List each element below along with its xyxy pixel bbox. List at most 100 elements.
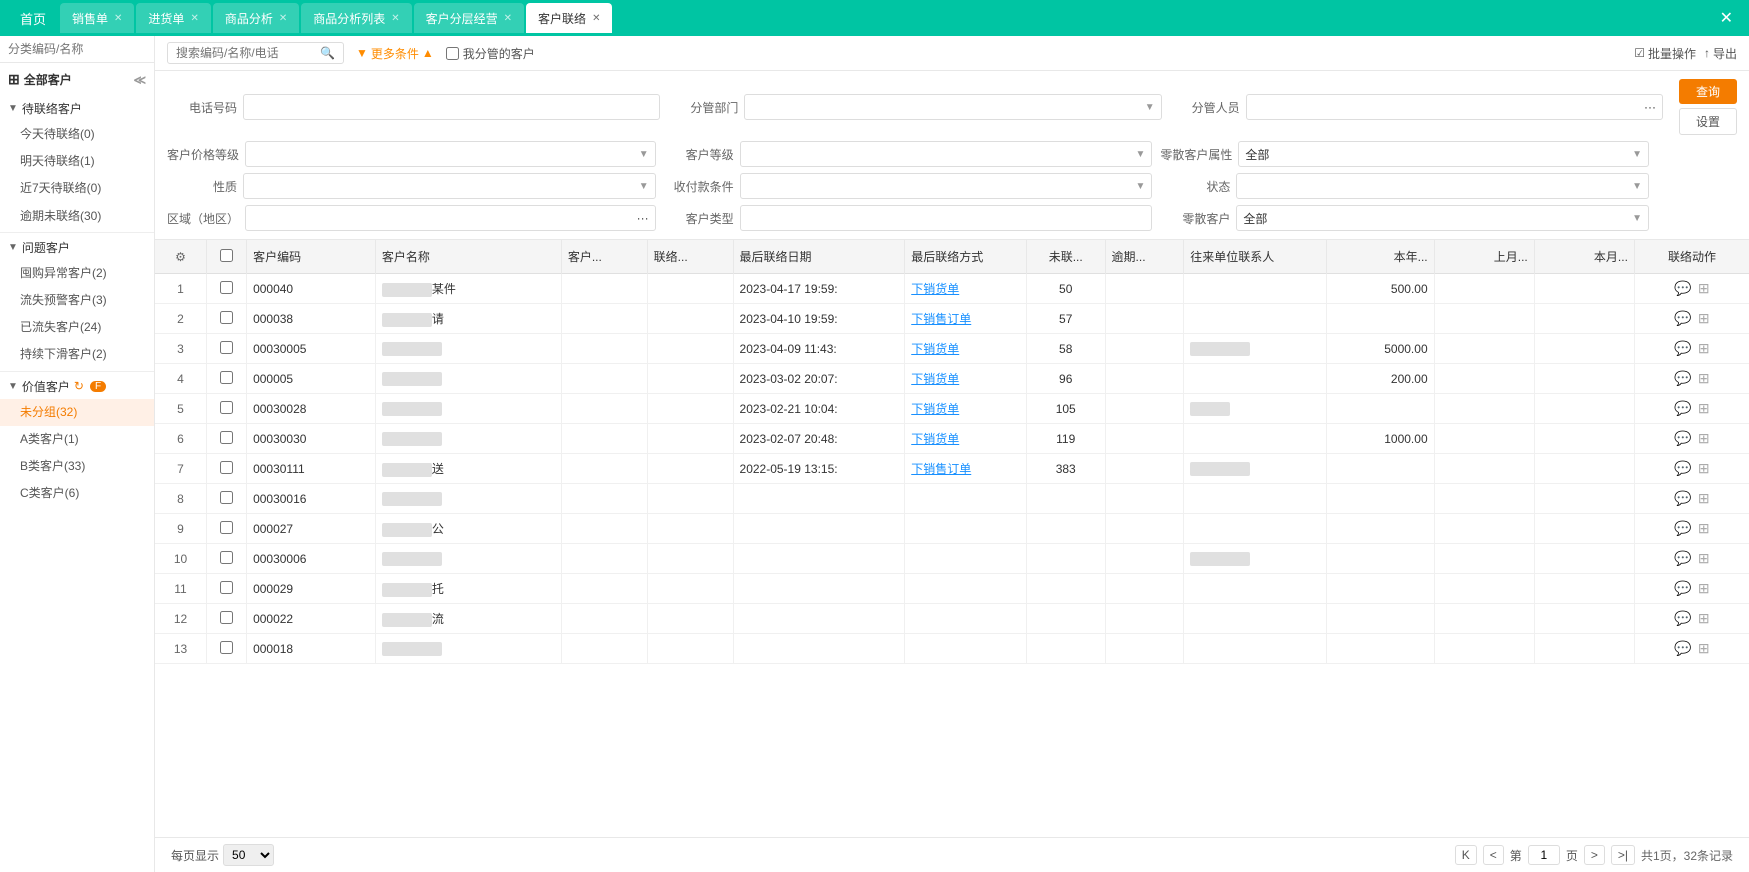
main-search-input[interactable]	[176, 46, 316, 60]
sidebar-item-churn-warning[interactable]: 流失预警客户(3)	[0, 287, 154, 314]
nav-tab-customer-contact[interactable]: 客户联络 ✕	[526, 3, 612, 33]
sidebar-item-abnormal[interactable]: 囤购异常客户(2)	[0, 260, 154, 287]
close-tab-purchase[interactable]: ✕	[190, 13, 198, 24]
col-gear[interactable]: ⚙	[155, 240, 207, 274]
sidebar-group-value[interactable]: ▼ 价值客户 ↻ F	[0, 374, 154, 399]
page-number-input[interactable]	[1528, 845, 1560, 865]
chat-icon[interactable]: 💬	[1674, 490, 1691, 507]
filter-retail-cust-select[interactable]: 全部 ▼	[1236, 205, 1649, 231]
row-checkbox[interactable]	[220, 641, 233, 654]
main-search-box[interactable]: 🔍	[167, 42, 344, 64]
sidebar-item-churned[interactable]: 已流失客户(24)	[0, 314, 154, 341]
more-conditions-btn[interactable]: ▼ 更多条件 ▲	[356, 45, 434, 62]
lastway-link[interactable]: 下销货单	[911, 402, 959, 416]
row-check[interactable]	[207, 304, 247, 334]
lastway-link[interactable]: 下销货单	[911, 282, 959, 296]
first-page-btn[interactable]: K	[1455, 845, 1477, 865]
filter-customer-grade-select[interactable]: ▼	[740, 141, 1153, 167]
sidebar-item-class-a[interactable]: A类客户(1)	[0, 426, 154, 453]
filter-phone-input[interactable]	[243, 94, 660, 120]
filter-manager-input[interactable]: ···	[1246, 94, 1663, 120]
sidebar-item-ungroup[interactable]: 未分组(32)	[0, 399, 154, 426]
nav-tab-customer-tier[interactable]: 客户分层经营 ✕	[414, 3, 524, 33]
close-tab-sales[interactable]: ✕	[114, 13, 122, 24]
row-check[interactable]	[207, 634, 247, 664]
row-check[interactable]	[207, 364, 247, 394]
refresh-icon[interactable]: ↻	[74, 379, 84, 393]
chat-icon[interactable]: 💬	[1674, 550, 1691, 567]
sidebar-search-input[interactable]	[8, 42, 155, 56]
row-checkbox[interactable]	[220, 311, 233, 324]
all-customers-header[interactable]: ⊞ 全部客户 ≪	[0, 63, 154, 96]
row-checkbox[interactable]	[220, 491, 233, 504]
row-check[interactable]	[207, 544, 247, 574]
lastway-link[interactable]: 下销售订单	[911, 462, 971, 476]
chat-icon[interactable]: 💬	[1674, 430, 1691, 447]
filter-nature-select[interactable]: ▼	[243, 173, 656, 199]
nav-tab-purchase[interactable]: 进货单 ✕	[136, 3, 210, 33]
sidebar-search-box[interactable]: 🔍	[0, 36, 154, 63]
sidebar-item-class-b[interactable]: B类客户(33)	[0, 453, 154, 480]
export-btn[interactable]: ↑ 导出	[1704, 45, 1737, 62]
row-check[interactable]	[207, 394, 247, 424]
grid-action-icon[interactable]: ⊞	[1698, 280, 1710, 297]
sidebar-item-today[interactable]: 今天待联络(0)	[0, 121, 154, 148]
nav-tab-sales[interactable]: 销售单 ✕	[60, 3, 134, 33]
reset-btn[interactable]: 设置	[1679, 108, 1737, 135]
grid-action-icon[interactable]: ⊞	[1698, 520, 1710, 537]
filter-status-select[interactable]: ▼	[1236, 173, 1649, 199]
lastway-link[interactable]: 下销货单	[911, 432, 959, 446]
row-checkbox[interactable]	[220, 401, 233, 414]
grid-action-icon[interactable]: ⊞	[1698, 430, 1710, 447]
row-check[interactable]	[207, 604, 247, 634]
lastway-link[interactable]: 下销货单	[911, 342, 959, 356]
window-close-btn[interactable]: ✕	[1712, 8, 1741, 28]
row-checkbox[interactable]	[220, 581, 233, 594]
grid-action-icon[interactable]: ⊞	[1698, 580, 1710, 597]
prev-page-btn[interactable]: <	[1483, 845, 1504, 865]
row-check[interactable]	[207, 574, 247, 604]
row-check[interactable]	[207, 484, 247, 514]
chat-icon[interactable]: 💬	[1674, 400, 1691, 417]
row-check[interactable]	[207, 334, 247, 364]
filter-price-grade-select[interactable]: ▼	[245, 141, 656, 167]
row-check[interactable]	[207, 514, 247, 544]
row-checkbox[interactable]	[220, 461, 233, 474]
row-checkbox[interactable]	[220, 521, 233, 534]
query-btn[interactable]: 查询	[1679, 79, 1737, 104]
filter-region-input[interactable]: ···	[245, 205, 656, 231]
close-tab-contact[interactable]: ✕	[592, 13, 600, 24]
nav-tab-product-list[interactable]: 商品分析列表 ✕	[301, 3, 411, 33]
sidebar-item-declining[interactable]: 持续下滑客户(2)	[0, 341, 154, 368]
grid-action-icon[interactable]: ⊞	[1698, 400, 1710, 417]
row-checkbox[interactable]	[220, 551, 233, 564]
chat-icon[interactable]: 💬	[1674, 610, 1691, 627]
filter-cust-type-input[interactable]	[740, 205, 1153, 231]
grid-action-icon[interactable]: ⊞	[1698, 550, 1710, 567]
chat-icon[interactable]: 💬	[1674, 580, 1691, 597]
close-tab-tier[interactable]: ✕	[504, 13, 512, 24]
sidebar-item-week[interactable]: 近7天待联络(0)	[0, 175, 154, 202]
my-customers-checkbox[interactable]: 我分管的客户	[446, 45, 535, 62]
row-check[interactable]	[207, 424, 247, 454]
grid-action-icon[interactable]: ⊞	[1698, 370, 1710, 387]
row-check[interactable]	[207, 454, 247, 484]
grid-action-icon[interactable]: ⊞	[1698, 340, 1710, 357]
chat-icon[interactable]: 💬	[1674, 370, 1691, 387]
nav-tab-product-analysis[interactable]: 商品分析 ✕	[213, 3, 299, 33]
sidebar-group-problem[interactable]: ▼ 问题客户	[0, 235, 154, 260]
sidebar-item-class-c[interactable]: C类客户(6)	[0, 480, 154, 507]
filter-payment-select[interactable]: ▼	[740, 173, 1153, 199]
chat-icon[interactable]: 💬	[1674, 280, 1691, 297]
column-settings-icon[interactable]: ⚙	[175, 250, 186, 264]
filter-dept-select[interactable]: ▼	[744, 94, 1161, 120]
next-page-btn[interactable]: >	[1584, 845, 1605, 865]
row-checkbox[interactable]	[220, 281, 233, 294]
row-checkbox[interactable]	[220, 341, 233, 354]
row-checkbox[interactable]	[220, 611, 233, 624]
col-check-all[interactable]	[207, 240, 247, 274]
per-page-select[interactable]: 50 20 100	[223, 844, 274, 866]
chat-icon[interactable]: 💬	[1674, 460, 1691, 477]
per-page-selector[interactable]: 每页显示 50 20 100	[171, 844, 274, 866]
grid-action-icon[interactable]: ⊞	[1698, 490, 1710, 507]
